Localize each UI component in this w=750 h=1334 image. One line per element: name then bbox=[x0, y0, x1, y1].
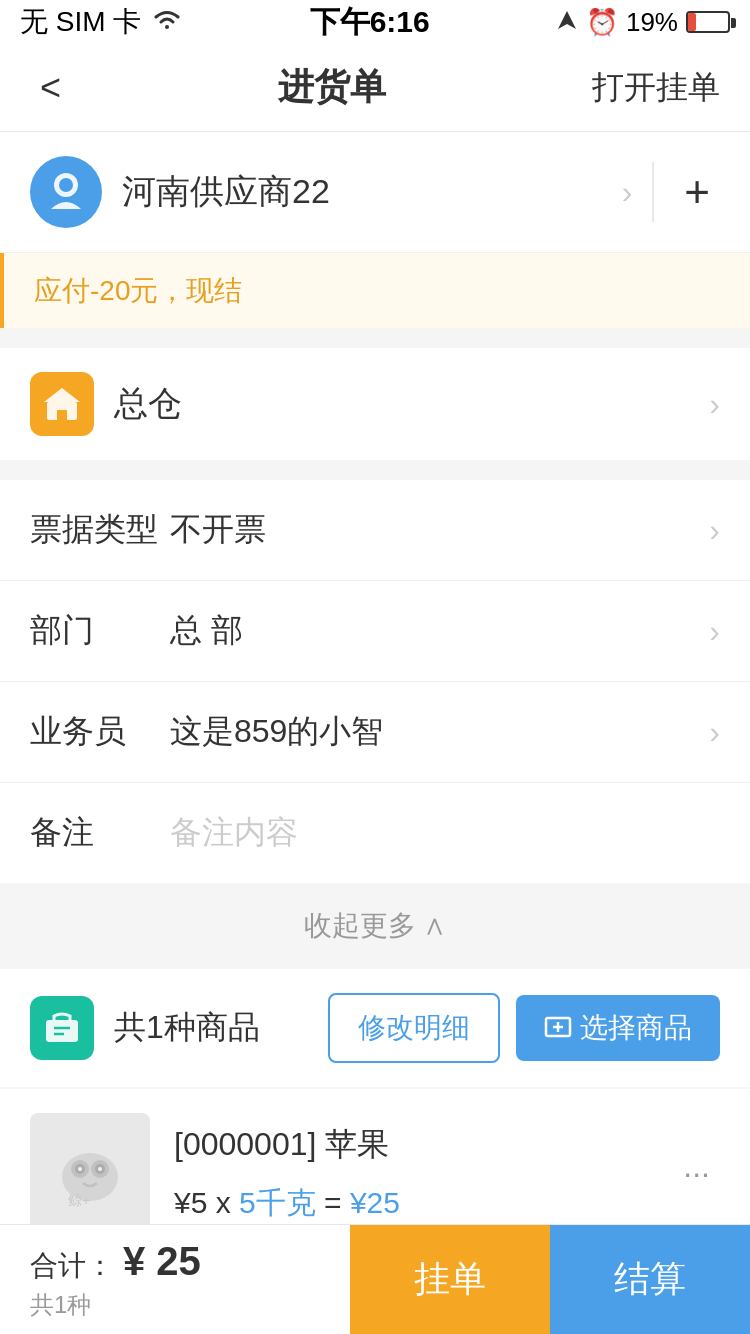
svg-point-17 bbox=[78, 1167, 82, 1171]
total-amount: ¥ 25 bbox=[123, 1239, 201, 1283]
status-right: ⏰ 19% bbox=[556, 7, 730, 38]
product-count-icon bbox=[30, 996, 94, 1060]
status-bar: 无 SIM 卡 下午6:16 ⏰ 19% bbox=[0, 0, 750, 44]
product-more-button[interactable]: ··· bbox=[673, 1145, 720, 1202]
page-title: 进货单 bbox=[278, 63, 386, 112]
salesperson-value: 这是859的小智 bbox=[170, 710, 709, 754]
remark-row[interactable]: 备注 备注内容 bbox=[0, 783, 750, 883]
invoice-type-label: 票据类型 bbox=[30, 508, 170, 552]
product-info: [0000001] 苹果 ¥5 x 5千克 = ¥25 bbox=[174, 1123, 673, 1224]
department-value: 总 部 bbox=[170, 609, 709, 653]
svg-rect-5 bbox=[57, 410, 67, 420]
salesperson-label: 业务员 bbox=[30, 710, 170, 754]
salesperson-row[interactable]: 业务员 这是859的小智 › bbox=[0, 682, 750, 783]
chevron-right-icon: › bbox=[709, 714, 720, 751]
product-count-text: 共1种商品 bbox=[114, 1006, 328, 1050]
supplier-alert-text: 应付-20元，现结 bbox=[34, 275, 242, 306]
chevron-right-icon: › bbox=[709, 613, 720, 650]
open-pending-button[interactable]: 打开挂单 bbox=[592, 66, 720, 110]
supplier-name: 河南供应商22 bbox=[122, 169, 622, 215]
hang-order-button[interactable]: 挂单 bbox=[350, 1225, 550, 1335]
product-code: [0000001] bbox=[174, 1126, 325, 1162]
bottom-bar: 合计： ¥ 25 共1种 挂单 结算 bbox=[0, 1224, 750, 1334]
chevron-right-icon: › bbox=[622, 174, 633, 211]
supplier-avatar bbox=[30, 156, 102, 228]
carrier-label: 无 SIM 卡 bbox=[20, 3, 141, 41]
products-header: 共1种商品 修改明细 选择商品 bbox=[0, 969, 750, 1087]
remark-label: 备注 bbox=[30, 811, 170, 855]
total-section: 合计： ¥ 25 共1种 bbox=[0, 1239, 350, 1321]
warehouse-name: 总仓 bbox=[114, 381, 709, 427]
quantity: 5千克 bbox=[239, 1186, 316, 1219]
select-product-button[interactable]: 选择商品 bbox=[516, 995, 720, 1061]
product-thumbnail: 鲸+ bbox=[30, 1113, 150, 1233]
warehouse-icon bbox=[30, 372, 94, 436]
supplier-alert-row: 应付-20元，现结 bbox=[0, 253, 750, 328]
edit-detail-button[interactable]: 修改明细 bbox=[328, 993, 500, 1063]
alarm-icon: ⏰ bbox=[586, 7, 618, 38]
svg-marker-0 bbox=[558, 11, 576, 29]
invoice-type-value: 不开票 bbox=[170, 508, 709, 552]
department-label: 部门 bbox=[30, 609, 170, 653]
total-price: ¥25 bbox=[350, 1186, 400, 1219]
total-count: 共1种 bbox=[30, 1289, 320, 1321]
department-row[interactable]: 部门 总 部 › bbox=[0, 581, 750, 682]
location-icon bbox=[556, 7, 578, 38]
unit-price: ¥5 x bbox=[174, 1186, 239, 1219]
svg-marker-4 bbox=[44, 388, 80, 402]
product-price-row: ¥5 x 5千克 = ¥25 bbox=[174, 1183, 673, 1224]
status-time: 下午6:16 bbox=[310, 2, 430, 43]
invoice-type-row[interactable]: 票据类型 不开票 › bbox=[0, 480, 750, 581]
product-name: [0000001] 苹果 bbox=[174, 1123, 673, 1167]
collapse-row[interactable]: 收起更多 ∧ bbox=[0, 883, 750, 969]
divider bbox=[652, 162, 654, 222]
svg-point-18 bbox=[98, 1167, 102, 1171]
supplier-row[interactable]: 河南供应商22 › + bbox=[0, 132, 750, 253]
total-label: 合计： bbox=[30, 1250, 114, 1281]
remark-placeholder: 备注内容 bbox=[170, 811, 720, 855]
wifi-icon bbox=[151, 6, 183, 38]
nav-bar: < 进货单 打开挂单 bbox=[0, 44, 750, 132]
svg-point-2 bbox=[59, 178, 73, 192]
chevron-right-icon: › bbox=[709, 386, 720, 423]
svg-text:鲸+: 鲸+ bbox=[68, 1192, 90, 1208]
content: 河南供应商22 › + 应付-20元，现结 总仓 › 票据类型 不开票 bbox=[0, 132, 750, 1334]
supplier-section: 河南供应商22 › + 应付-20元，现结 bbox=[0, 132, 750, 328]
warehouse-section[interactable]: 总仓 › bbox=[0, 348, 750, 460]
settle-button[interactable]: 结算 bbox=[550, 1225, 750, 1335]
svg-rect-6 bbox=[46, 1020, 78, 1042]
chevron-right-icon: › bbox=[709, 512, 720, 549]
equals: = bbox=[316, 1186, 350, 1219]
warehouse-row[interactable]: 总仓 › bbox=[0, 348, 750, 460]
battery-percent: 19% bbox=[626, 7, 678, 38]
back-button[interactable]: < bbox=[30, 57, 71, 119]
add-button[interactable]: + bbox=[674, 167, 720, 217]
battery-indicator bbox=[686, 11, 730, 33]
collapse-label: 收起更多 ∧ bbox=[304, 907, 447, 945]
status-left: 无 SIM 卡 bbox=[20, 3, 183, 41]
product-name-text: 苹果 bbox=[325, 1126, 389, 1162]
form-section: 票据类型 不开票 › 部门 总 部 › 业务员 这是859的小智 › 备注 备注… bbox=[0, 480, 750, 883]
select-product-label: 选择商品 bbox=[580, 1009, 692, 1047]
